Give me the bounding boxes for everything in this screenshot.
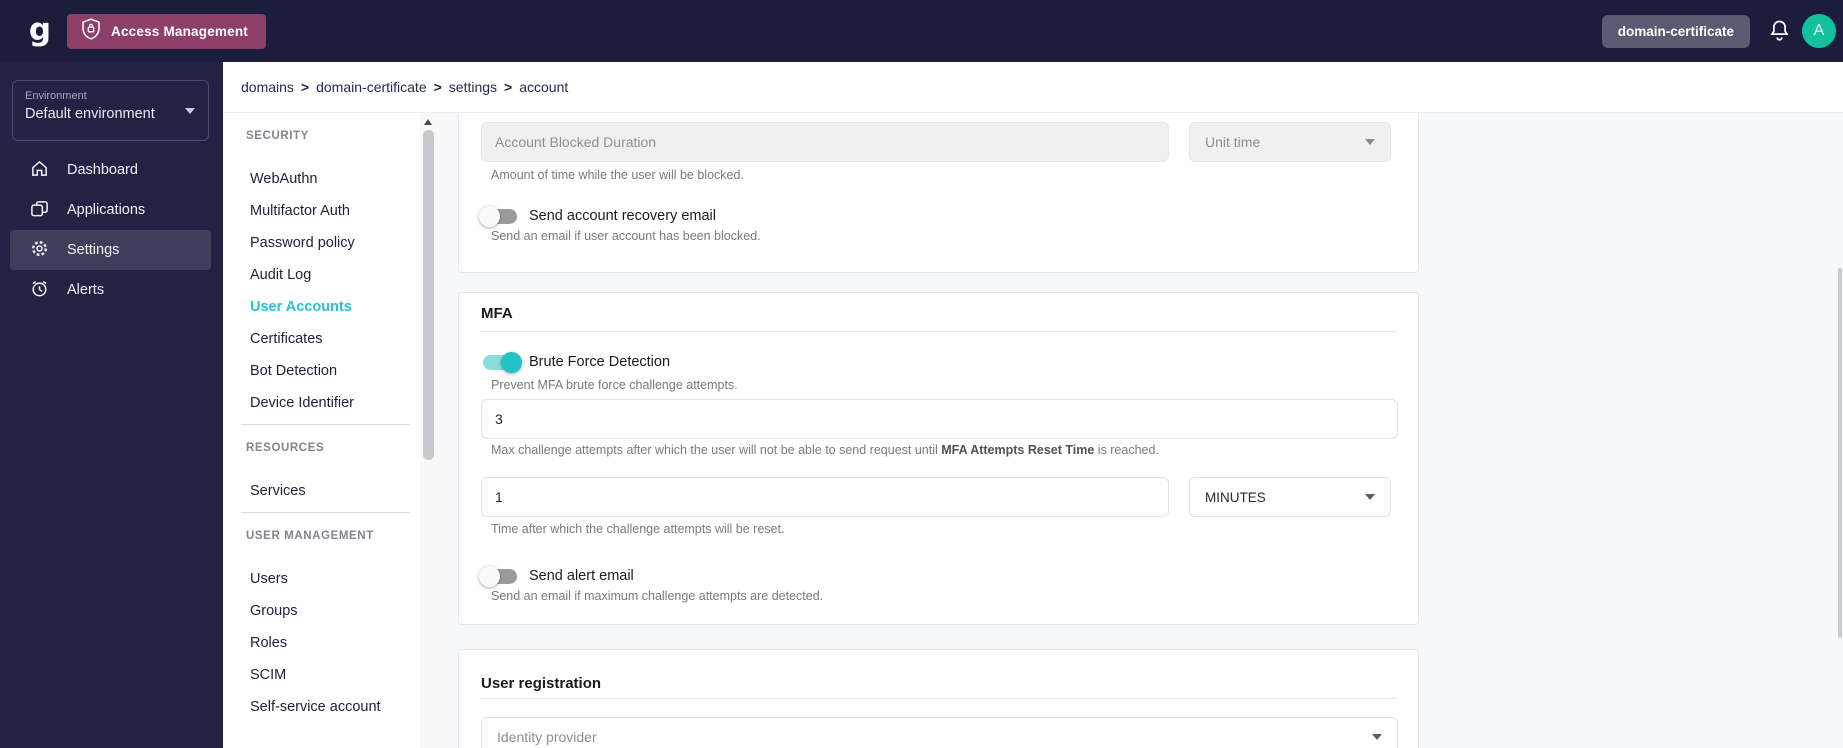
sidenav-item-services[interactable]: Services	[223, 475, 420, 507]
sidenav-section-security: SECURITY	[246, 130, 309, 142]
scrollbar-thumb[interactable]	[423, 130, 434, 460]
reset-time-unit-select[interactable]: MINUTES	[1189, 477, 1391, 517]
reset-time-unit-value: MINUTES	[1205, 489, 1266, 505]
home-icon	[30, 159, 49, 182]
account-blocked-card: Unit time Amount of time while the user …	[458, 113, 1419, 273]
max-challenge-attempts-input[interactable]	[481, 399, 1398, 439]
notifications-bell-icon[interactable]	[1766, 17, 1793, 44]
account-blocked-duration-input	[481, 122, 1169, 162]
user-registration-card: User registration Identity provider	[458, 649, 1419, 748]
shield-lock-icon	[81, 18, 101, 45]
brute-force-detection-hint: Prevent MFA brute force challenge attemp…	[491, 378, 738, 392]
card-divider	[480, 331, 1397, 332]
breadcrumb-domain-certificate[interactable]: domain-certificate	[316, 79, 427, 95]
chevron-down-icon	[1365, 139, 1375, 145]
page-scrollbar-thumb[interactable]	[1838, 268, 1842, 638]
access-management-label: Access Management	[111, 24, 248, 39]
sidebar-item-settings[interactable]: Settings	[10, 230, 211, 270]
mfa-card-title: MFA	[481, 305, 513, 322]
sidenav-section-user-management: USER MANAGEMENT	[246, 530, 374, 542]
breadcrumb-separator: >	[504, 79, 513, 95]
send-alert-email-hint: Send an email if maximum challenge attem…	[491, 589, 824, 603]
access-management-button[interactable]: Access Management	[67, 14, 266, 49]
breadcrumb-separator: >	[300, 79, 310, 95]
breadcrumb-domains[interactable]: domains	[241, 79, 294, 95]
send-account-recovery-email-hint: Send an email if user account has been b…	[491, 229, 761, 243]
user-avatar[interactable]: A	[1802, 14, 1836, 48]
primary-sidebar: Environment Default environment Dashboar…	[0, 62, 223, 748]
environment-value: Default environment	[25, 106, 155, 122]
brute-force-detection-label: Brute Force Detection	[529, 354, 671, 370]
settings-sidenav: SECURITY WebAuthn Multifactor Auth Passw…	[223, 113, 420, 748]
alarm-clock-icon	[30, 279, 49, 302]
identity-provider-placeholder: Identity provider	[497, 729, 597, 745]
environment-selector[interactable]: Environment Default environment	[12, 80, 209, 141]
sidebar-item-label: Settings	[67, 242, 120, 258]
unit-time-placeholder: Unit time	[1205, 134, 1261, 150]
account-settings-content: Unit time Amount of time while the user …	[437, 113, 1843, 748]
max-challenge-attempts-hint: Max challenge attempts after which the u…	[491, 443, 1159, 457]
sidebar-item-label: Alerts	[67, 282, 105, 298]
sidenav-item-bot-detection[interactable]: Bot Detection	[223, 355, 420, 387]
sidenav-item-roles[interactable]: Roles	[223, 627, 420, 659]
sidenav-item-multifactor-auth[interactable]: Multifactor Auth	[223, 195, 420, 227]
sidebar-item-alerts[interactable]: Alerts	[10, 270, 211, 310]
content-scrollbar[interactable]	[420, 113, 437, 748]
sidenav-item-certificates[interactable]: Certificates	[223, 323, 420, 355]
sidebar-item-label: Dashboard	[67, 162, 138, 178]
unit-time-select: Unit time	[1189, 122, 1391, 162]
sidenav-item-audit-log[interactable]: Audit Log	[223, 259, 420, 291]
breadcrumb-bar: domains > domain-certificate > settings > acco…	[223, 62, 1843, 113]
chevron-down-icon	[1372, 734, 1382, 740]
attempts-reset-time-hint: Time after which the challenge attempts …	[491, 522, 785, 536]
sidenav-item-webauthn[interactable]: WebAuthn	[223, 163, 420, 195]
brute-force-detection-toggle[interactable]	[481, 351, 522, 373]
send-alert-email-label: Send alert email	[529, 568, 634, 584]
sidenav-item-scim[interactable]: SCIM	[223, 659, 420, 691]
domain-context-pill[interactable]: domain-certificate	[1601, 15, 1750, 48]
sidebar-item-label: Applications	[67, 202, 146, 218]
breadcrumb-settings[interactable]: settings	[449, 79, 497, 95]
chevron-down-icon	[185, 108, 195, 114]
sidenav-item-user-accounts[interactable]: User Accounts	[223, 291, 420, 323]
breadcrumb: domains > domain-certificate > settings > acco…	[241, 62, 568, 112]
account-blocked-duration-hint: Amount of time while the user will be bl…	[491, 168, 744, 182]
chevron-down-icon	[1365, 494, 1375, 500]
sidebar-item-applications[interactable]: Applications	[10, 190, 211, 230]
sidenav-item-password-policy[interactable]: Password policy	[223, 227, 420, 259]
user-registration-title: User registration	[481, 675, 602, 692]
sidenav-item-groups[interactable]: Groups	[223, 595, 420, 627]
mfa-card: MFA Brute Force Detection Prevent MFA br…	[458, 292, 1419, 625]
gravitee-logo-icon[interactable]: g	[22, 8, 58, 52]
sidenav-item-self-service-account[interactable]: Self-service account	[223, 691, 420, 723]
scrollbar-up-arrow-icon[interactable]	[424, 119, 432, 125]
breadcrumb-account[interactable]: account	[519, 79, 568, 95]
applications-icon	[30, 199, 49, 222]
send-account-recovery-email-toggle[interactable]	[479, 205, 519, 227]
identity-provider-select[interactable]: Identity provider	[481, 717, 1398, 748]
send-alert-email-toggle[interactable]	[479, 565, 519, 587]
top-bar: g Access Management domain-certificate A	[0, 0, 1843, 62]
gear-icon	[30, 239, 49, 262]
attempts-reset-time-input[interactable]	[481, 477, 1169, 517]
sidebar-item-dashboard[interactable]: Dashboard	[10, 150, 211, 190]
sidenav-item-device-identifier[interactable]: Device Identifier	[223, 387, 420, 419]
send-account-recovery-email-label: Send account recovery email	[529, 208, 716, 224]
sidenav-section-resources: RESOURCES	[246, 442, 325, 454]
breadcrumb-separator: >	[433, 79, 442, 95]
sidenav-item-users[interactable]: Users	[223, 563, 420, 595]
environment-label: Environment	[25, 90, 87, 102]
card-divider	[480, 698, 1397, 699]
